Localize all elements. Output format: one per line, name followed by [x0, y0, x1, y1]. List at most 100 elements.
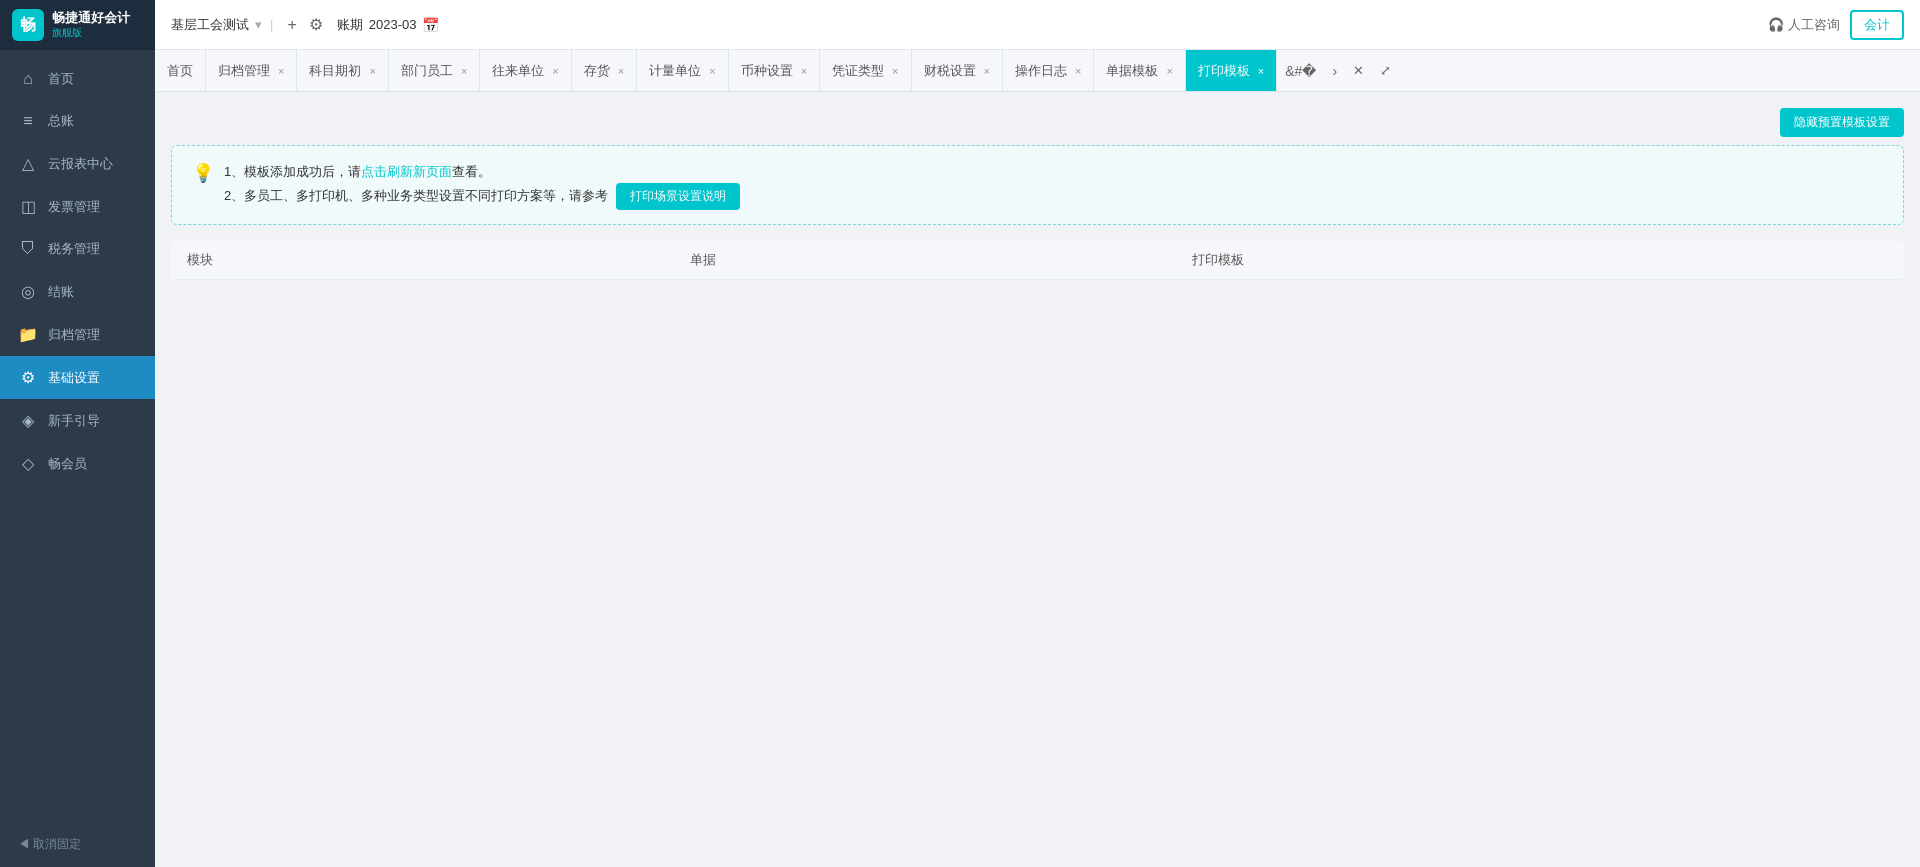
tabs-prev-button[interactable]: &#� [1277, 50, 1324, 92]
data-table: 模块 单据 打印模板 [171, 241, 1904, 280]
sidebar-unpin-button[interactable]: ◀ 取消固定 [0, 822, 155, 867]
support-label: 人工咨询 [1788, 16, 1840, 34]
sidebar-label-archive: 归档管理 [48, 326, 100, 344]
sidebar-item-home[interactable]: ⌂ 首页 [0, 58, 155, 100]
topbar-settings-icon[interactable]: ⚙ [309, 15, 323, 34]
col-print-template: 打印模板 [1176, 241, 1904, 280]
closing-icon: ◎ [18, 282, 38, 301]
tab-operation-log-close[interactable]: × [1075, 65, 1081, 77]
sidebar-item-guide[interactable]: ◈ 新手引导 [0, 399, 155, 442]
sidebar-item-ledger[interactable]: ≡ 总账 [0, 100, 155, 142]
notice-icon: 💡 [192, 162, 214, 184]
headset-icon: 🎧 [1768, 17, 1784, 32]
tab-inventory-close[interactable]: × [618, 65, 624, 77]
period-label: 账期 [337, 16, 363, 34]
tab-inventory-label: 存货 [584, 62, 610, 80]
invoice-icon: ◫ [18, 197, 38, 216]
tab-supplier-close[interactable]: × [552, 65, 558, 77]
topbar: 基层工会测试 ▾ | + ⚙ 账期 2023-03 📅 🎧 人工咨询 会计 [155, 0, 1920, 50]
tab-voucher-type[interactable]: 凭证类型 × [820, 50, 911, 92]
col-voucher: 单据 [674, 241, 1177, 280]
ledger-icon: ≡ [18, 112, 38, 130]
tab-home-label: 首页 [167, 62, 193, 80]
tab-inventory[interactable]: 存货 × [572, 50, 637, 92]
sidebar-item-invoice[interactable]: ◫ 发票管理 [0, 185, 155, 228]
notice-refresh-link[interactable]: 点击刷新新页面 [361, 164, 452, 179]
sidebar: 畅 畅捷通好会计 旗舰版 ⌂ 首页 ≡ 总账 △ 云报表中心 ◫ 发票管理 ⛉ … [0, 0, 155, 867]
logo-text: 畅捷通好会计 旗舰版 [52, 10, 130, 40]
archive-icon: 📁 [18, 325, 38, 344]
period-display: 账期 2023-03 📅 [337, 16, 440, 34]
sidebar-item-archive[interactable]: 📁 归档管理 [0, 313, 155, 356]
sidebar-logo: 畅 畅捷通好会计 旗舰版 [0, 0, 155, 50]
tab-voucher-type-label: 凭证类型 [832, 62, 884, 80]
sidebar-label-guide: 新手引导 [48, 412, 100, 430]
tab-subject-init-label: 科目期初 [309, 62, 361, 80]
period-value: 2023-03 [369, 17, 417, 32]
tab-subject-init-close[interactable]: × [369, 65, 375, 77]
member-icon: ◇ [18, 454, 38, 473]
sidebar-item-tax[interactable]: ⛉ 税务管理 [0, 228, 155, 270]
col-module: 模块 [171, 241, 674, 280]
tab-supplier-label: 往来单位 [492, 62, 544, 80]
tax-icon: ⛉ [18, 240, 38, 258]
sidebar-label-member: 畅会员 [48, 455, 87, 473]
tab-archive-mgmt-close[interactable]: × [278, 65, 284, 77]
notice-line-2: 2、多员工、多打印机、多种业务类型设置不同打印方案等，请参考 打印场景设置说明 [224, 183, 1883, 210]
notice-line1-prefix: 1、模板添加成功后，请 [224, 164, 361, 179]
sidebar-item-closing[interactable]: ◎ 结账 [0, 270, 155, 313]
main-area: 基层工会测试 ▾ | + ⚙ 账期 2023-03 📅 🎧 人工咨询 会计 首页… [155, 0, 1920, 867]
tab-operation-log-label: 操作日志 [1015, 62, 1067, 80]
tab-tax-settings[interactable]: 财税设置 × [912, 50, 1003, 92]
logo-icon: 畅 [12, 9, 44, 41]
tab-print-template-close[interactable]: × [1258, 65, 1264, 77]
unpin-label: ◀ 取消固定 [18, 836, 81, 853]
tab-currency-close[interactable]: × [801, 65, 807, 77]
tab-subject-init[interactable]: 科目期初 × [297, 50, 388, 92]
tab-home[interactable]: 首页 [155, 50, 206, 92]
tab-dept-staff-close[interactable]: × [461, 65, 467, 77]
company-dropdown-icon: ▾ [255, 17, 262, 32]
tabs-close-all-button[interactable]: ✕ [1345, 50, 1372, 92]
add-company-button[interactable]: + [287, 16, 296, 34]
tab-voucher-type-close[interactable]: × [892, 65, 898, 77]
tab-tax-settings-close[interactable]: × [984, 65, 990, 77]
tabs-next-button[interactable]: › [1324, 50, 1345, 92]
tab-dept-staff-label: 部门员工 [401, 62, 453, 80]
account-button[interactable]: 会计 [1850, 10, 1904, 40]
company-name: 基层工会测试 [171, 16, 249, 34]
calendar-icon[interactable]: 📅 [422, 17, 439, 33]
sidebar-item-settings[interactable]: ⚙ 基础设置 [0, 356, 155, 399]
tab-measure-unit-close[interactable]: × [709, 65, 715, 77]
notice-content: 1、模板添加成功后，请点击刷新新页面查看。 2、多员工、多打印机、多种业务类型设… [224, 160, 1883, 210]
sidebar-item-reports[interactable]: △ 云报表中心 [0, 142, 155, 185]
tab-print-template-label: 打印模板 [1198, 62, 1250, 80]
tab-print-template[interactable]: 打印模板 × [1186, 50, 1277, 92]
tabs-expand-button[interactable]: ⤢ [1372, 50, 1399, 92]
support-button[interactable]: 🎧 人工咨询 [1768, 16, 1840, 34]
sidebar-label-settings: 基础设置 [48, 369, 100, 387]
tab-archive-mgmt[interactable]: 归档管理 × [206, 50, 297, 92]
tab-supplier[interactable]: 往来单位 × [480, 50, 571, 92]
tab-single-template-close[interactable]: × [1166, 65, 1172, 77]
sidebar-label-closing: 结账 [48, 283, 74, 301]
tab-operation-log[interactable]: 操作日志 × [1003, 50, 1094, 92]
sidebar-item-member[interactable]: ◇ 畅会员 [0, 442, 155, 485]
company-selector[interactable]: 基层工会测试 ▾ [171, 16, 262, 34]
notice-line2-prefix: 2、多员工、多打印机、多种业务类型设置不同打印方案等，请参考 [224, 188, 608, 203]
print-scene-button[interactable]: 打印场景设置说明 [616, 183, 740, 210]
topbar-right: 🎧 人工咨询 会计 [1768, 10, 1904, 40]
tab-single-template-label: 单据模板 [1106, 62, 1158, 80]
tab-measure-unit[interactable]: 计量单位 × [637, 50, 728, 92]
tab-currency[interactable]: 币种设置 × [729, 50, 820, 92]
hide-template-button[interactable]: 隐藏预置模板设置 [1780, 108, 1904, 137]
sidebar-label-tax: 税务管理 [48, 240, 100, 258]
notice-box: 💡 1、模板添加成功后，请点击刷新新页面查看。 2、多员工、多打印机、多种业务类… [171, 145, 1904, 225]
tab-single-template[interactable]: 单据模板 × [1094, 50, 1185, 92]
sidebar-label-invoice: 发票管理 [48, 198, 100, 216]
content-area: 隐藏预置模板设置 💡 1、模板添加成功后，请点击刷新新页面查看。 2、多员工、多… [155, 92, 1920, 867]
sidebar-nav: ⌂ 首页 ≡ 总账 △ 云报表中心 ◫ 发票管理 ⛉ 税务管理 ◎ 结账 📁 归… [0, 50, 155, 822]
topbar-divider-1: | [270, 17, 273, 32]
tab-dept-staff[interactable]: 部门员工 × [389, 50, 480, 92]
tab-tax-settings-label: 财税设置 [924, 62, 976, 80]
